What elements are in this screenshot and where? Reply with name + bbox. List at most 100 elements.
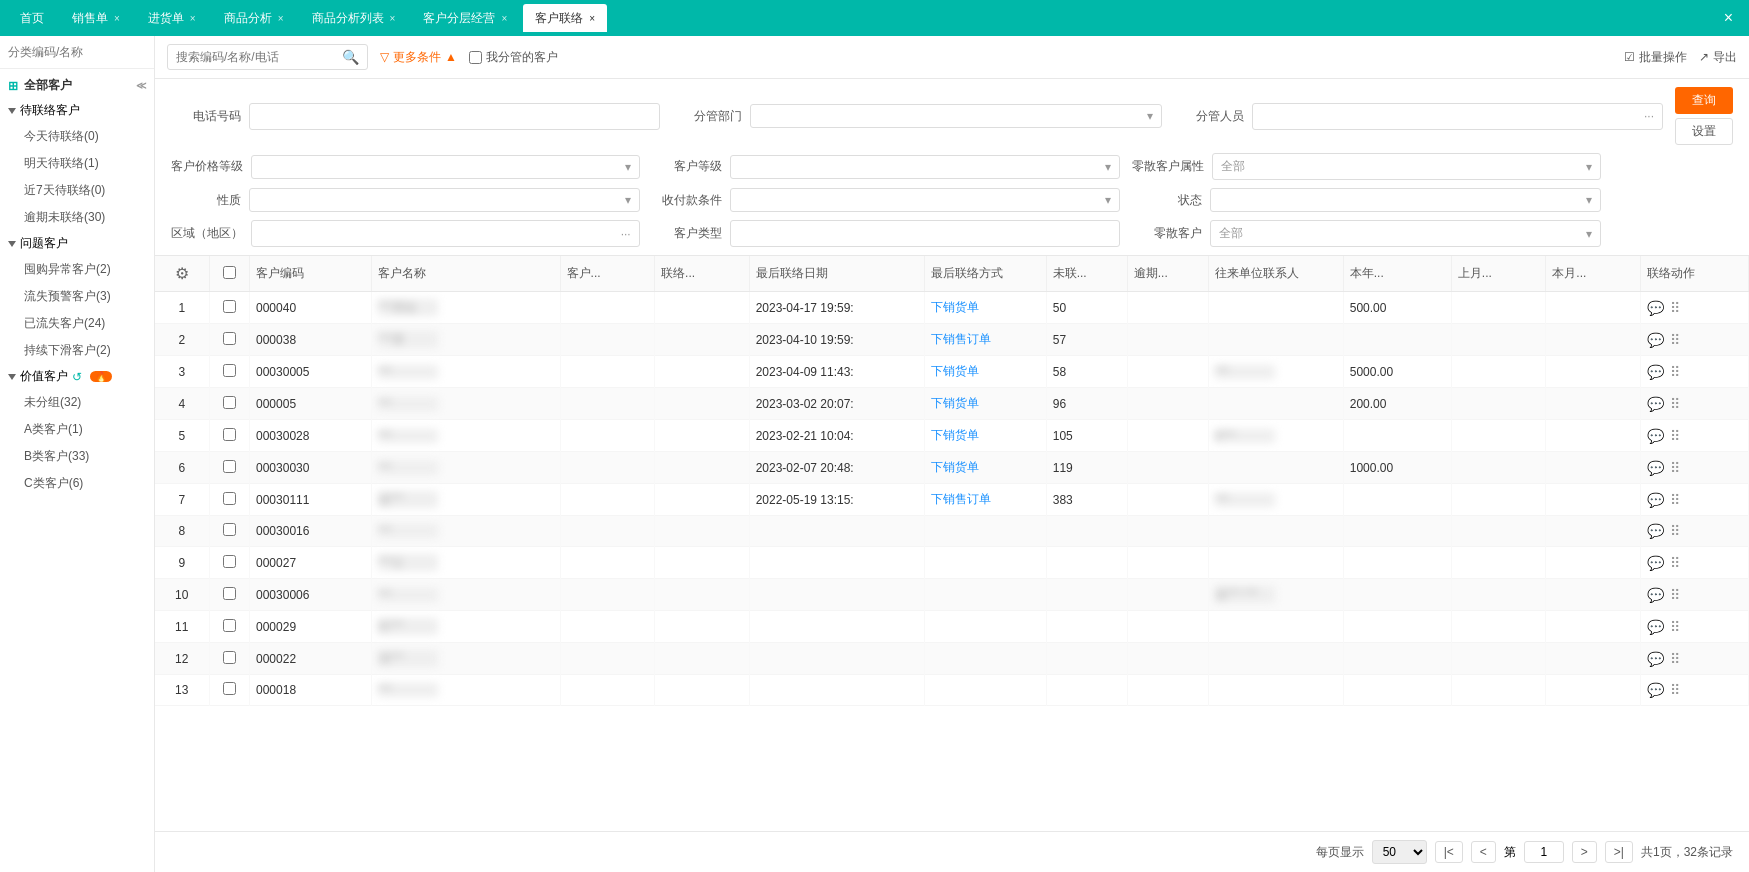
apps-icon[interactable]: ⠿	[1670, 396, 1680, 412]
row-checkbox[interactable]	[223, 523, 236, 536]
overdue-col-header[interactable]: 逾期...	[1127, 256, 1208, 292]
row-name[interactable]: ***	[371, 420, 560, 452]
row-name[interactable]: ***请	[371, 324, 560, 356]
code-col-header[interactable]: 客户编码	[250, 256, 372, 292]
nav-tab-analysis[interactable]: 商品分析 ×	[212, 4, 296, 32]
sidebar-item-class-c[interactable]: C类客户(6)	[0, 470, 154, 497]
sidebar-search-input[interactable]	[8, 45, 155, 59]
apps-icon[interactable]: ⠿	[1670, 523, 1680, 539]
row-last-way[interactable]: 下销售订单	[925, 484, 1047, 516]
close-icon[interactable]: ×	[390, 13, 396, 24]
message-icon[interactable]: 💬	[1647, 332, 1664, 348]
row-checkbox[interactable]	[223, 555, 236, 568]
sidebar-item-hoarding-abnormal[interactable]: 囤购异常客户(2)	[0, 256, 154, 283]
query-button[interactable]: 查询	[1675, 87, 1733, 114]
message-icon[interactable]: 💬	[1647, 364, 1664, 380]
sidebar-item-churn-warning[interactable]: 流失预警客户(3)	[0, 283, 154, 310]
message-icon[interactable]: 💬	[1647, 523, 1664, 539]
close-icon[interactable]: ×	[501, 13, 507, 24]
row-name[interactable]: ***	[371, 452, 560, 484]
page-number-input[interactable]	[1524, 841, 1564, 863]
apps-icon[interactable]: ⠿	[1670, 460, 1680, 476]
row-checkbox[interactable]	[223, 300, 236, 313]
apps-icon[interactable]: ⠿	[1670, 364, 1680, 380]
row-last-way[interactable]: 下销货单	[925, 420, 1047, 452]
last-way-link[interactable]: 下销货单	[931, 460, 979, 474]
status-select[interactable]: ▾	[1210, 188, 1601, 212]
apps-icon[interactable]: ⠿	[1670, 332, 1680, 348]
reset-button[interactable]: 设置	[1675, 118, 1733, 145]
row-last-way[interactable]	[925, 516, 1047, 547]
nav-tab-purchase[interactable]: 进货单 ×	[136, 4, 208, 32]
row-last-way[interactable]: 下销售订单	[925, 324, 1047, 356]
close-icon[interactable]: ×	[114, 13, 120, 24]
my-customers-checkbox[interactable]	[469, 51, 482, 64]
per-page-select[interactable]: 50 100 200	[1372, 840, 1427, 864]
row-last-way[interactable]: 下销货单	[925, 292, 1047, 324]
last-date-col-header[interactable]: 最后联络日期	[749, 256, 925, 292]
apps-icon[interactable]: ⠿	[1670, 492, 1680, 508]
row-checkbox-cell[interactable]	[209, 516, 250, 547]
message-icon[interactable]: 💬	[1647, 300, 1664, 316]
apps-icon[interactable]: ⠿	[1670, 300, 1680, 316]
row-checkbox-cell[interactable]	[209, 452, 250, 484]
apps-icon[interactable]: ⠿	[1670, 587, 1680, 603]
row-checkbox[interactable]	[223, 587, 236, 600]
type-col-header[interactable]: 客户...	[560, 256, 655, 292]
last-month-col-header[interactable]: 上月...	[1451, 256, 1546, 292]
row-name[interactable]: 远***	[371, 484, 560, 516]
nav-tab-customer-tier[interactable]: 客户分层经营 ×	[411, 4, 519, 32]
row-last-way[interactable]	[925, 611, 1047, 643]
retail-customer-select[interactable]: 全部 ▾	[1210, 220, 1601, 247]
apps-icon[interactable]: ⠿	[1670, 428, 1680, 444]
row-name[interactable]: ***	[371, 516, 560, 547]
row-last-way[interactable]: 下销货单	[925, 356, 1047, 388]
batch-ops-button[interactable]: ☑ 批量操作	[1624, 49, 1687, 66]
row-checkbox[interactable]	[223, 682, 236, 695]
row-checkbox-cell[interactable]	[209, 547, 250, 579]
row-last-way[interactable]: 下销货单	[925, 388, 1047, 420]
manager-input[interactable]: ···	[1252, 103, 1663, 130]
this-month-col-header[interactable]: 本月...	[1546, 256, 1641, 292]
row-checkbox-cell[interactable]	[209, 675, 250, 706]
row-last-way[interactable]	[925, 643, 1047, 675]
apps-icon[interactable]: ⠿	[1670, 619, 1680, 635]
row-checkbox[interactable]	[223, 619, 236, 632]
row-checkbox[interactable]	[223, 364, 236, 377]
message-icon[interactable]: 💬	[1647, 492, 1664, 508]
apps-icon[interactable]: ⠿	[1670, 651, 1680, 667]
my-customers-checkbox-label[interactable]: 我分管的客户	[469, 49, 558, 66]
gender-select[interactable]: ▾	[249, 188, 640, 212]
row-last-way[interactable]: 下销货单	[925, 452, 1047, 484]
row-checkbox-cell[interactable]	[209, 643, 250, 675]
row-name[interactable]: ***	[371, 388, 560, 420]
value-section-header[interactable]: 价值客户 ↺ 🔥	[0, 364, 154, 389]
customer-level-select[interactable]: ▾	[730, 155, 1121, 179]
sidebar-item-declining[interactable]: 持续下滑客户(2)	[0, 337, 154, 364]
payment-select[interactable]: ▾	[730, 188, 1121, 212]
problem-section-header[interactable]: 问题客户	[0, 231, 154, 256]
row-checkbox-cell[interactable]	[209, 324, 250, 356]
next-page-button[interactable]: >	[1572, 841, 1597, 863]
row-checkbox[interactable]	[223, 396, 236, 409]
phone-input[interactable]	[249, 103, 660, 130]
sidebar-item-churned[interactable]: 已流失客户(24)	[0, 310, 154, 337]
sidebar-item-overdue-pending[interactable]: 逾期未联络(30)	[0, 204, 154, 231]
row-checkbox[interactable]	[223, 332, 236, 345]
row-last-way[interactable]	[925, 675, 1047, 706]
refresh-icon[interactable]: ↺	[72, 370, 82, 384]
message-icon[interactable]: 💬	[1647, 651, 1664, 667]
row-name[interactable]: ***	[371, 579, 560, 611]
price-level-select[interactable]: ▾	[251, 155, 640, 179]
row-name[interactable]: ***公	[371, 547, 560, 579]
message-icon[interactable]: 💬	[1647, 428, 1664, 444]
sidebar-item-ungrouped[interactable]: 未分组(32)	[0, 389, 154, 416]
row-checkbox-cell[interactable]	[209, 611, 250, 643]
nav-tab-analysis-list[interactable]: 商品分析列表 ×	[300, 4, 408, 32]
select-all-checkbox[interactable]	[223, 266, 236, 279]
unlink-days-col-header[interactable]: 未联...	[1046, 256, 1127, 292]
row-last-way[interactable]	[925, 547, 1047, 579]
nav-home[interactable]: 首页	[8, 4, 56, 32]
message-icon[interactable]: 💬	[1647, 682, 1664, 698]
sidebar-all-customers[interactable]: ⊞ 全部客户 ≪	[0, 69, 154, 98]
